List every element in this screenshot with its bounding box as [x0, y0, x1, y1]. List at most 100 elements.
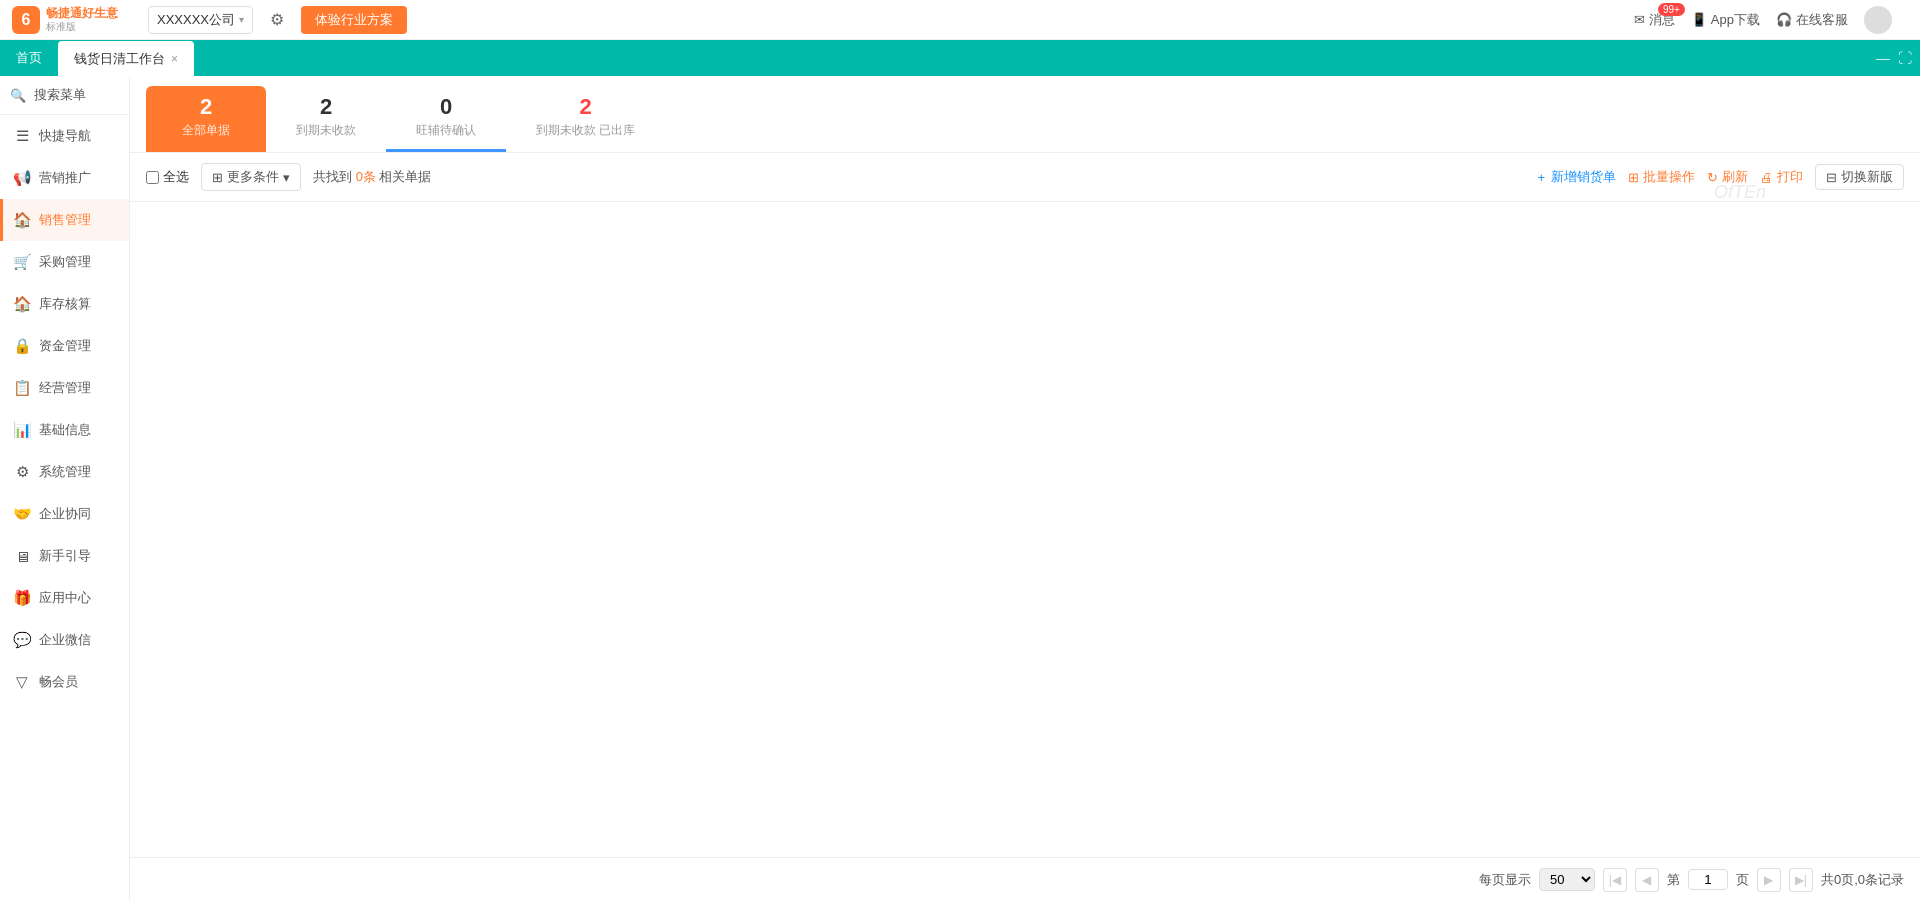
sidebar-item-label: 系统管理 — [39, 463, 91, 481]
stat-label-shipped: 到期未收款 已出库 — [536, 122, 635, 139]
stat-tab-overdue[interactable]: 2 到期未收款 — [266, 86, 386, 152]
sidebar: 🔍 搜索菜单 ☰ 快捷导航 📢 营销推广 🏠 销售管理 🛒 采购管理 🏠 库存核… — [0, 76, 130, 901]
app-download-label: App下载 — [1711, 11, 1760, 29]
print-label: 打印 — [1777, 168, 1803, 186]
sidebar-item-app-center[interactable]: 🎁 应用中心 — [0, 577, 129, 619]
total-info: 共0页,0条记录 — [1821, 871, 1904, 889]
batch-operation-button[interactable]: ⊞ 批量操作 — [1628, 168, 1695, 186]
system-icon: ⚙ — [13, 463, 31, 481]
search-menu-button[interactable]: 🔍 搜索菜单 — [0, 76, 129, 115]
sidebar-item-system[interactable]: ⚙ 系统管理 — [0, 451, 129, 493]
toolbar: 全选 ⊞ 更多条件 ▾ 共找到 0条 相关单据 + 新增销货单 — [130, 153, 1920, 202]
sidebar-item-label: 应用中心 — [39, 589, 91, 607]
toolbar-left: 全选 ⊞ 更多条件 ▾ 共找到 0条 相关单据 — [146, 163, 1525, 191]
sidebar-item-label: 营销推广 — [39, 169, 91, 187]
nav-tabs: 首页 钱货日清工作台 × — ⛶ — [0, 40, 1920, 76]
refresh-icon: ↻ — [1707, 170, 1718, 185]
avatar[interactable] — [1864, 6, 1892, 34]
online-service-label: 在线客服 — [1796, 11, 1848, 29]
online-service-button[interactable]: 🎧 在线客服 — [1776, 11, 1848, 29]
table-area — [130, 202, 1920, 857]
sidebar-item-finance[interactable]: 🔒 资金管理 — [0, 325, 129, 367]
logo-text: 畅捷通好生意 标准版 — [46, 6, 118, 32]
switch-label: 切换新版 — [1841, 168, 1893, 186]
tab-work-station[interactable]: 钱货日清工作台 × — [58, 41, 194, 77]
top-header: 6 畅捷通好生意 标准版 XXXXXX公司 ▾ ⚙ 体验行业方案 ✉ 消息 99… — [0, 0, 1920, 40]
logo-icon: 6 — [12, 6, 40, 34]
message-button[interactable]: ✉ 消息 99+ — [1634, 11, 1675, 29]
sidebar-item-cooperation[interactable]: 🤝 企业协同 — [0, 493, 129, 535]
app-download-button[interactable]: 📱 App下载 — [1691, 11, 1760, 29]
refresh-label: 刷新 — [1722, 168, 1748, 186]
new-sale-label: 新增销货单 — [1551, 168, 1616, 186]
tab-home[interactable]: 首页 — [0, 40, 58, 76]
sidebar-item-member[interactable]: ▽ 畅会员 — [0, 661, 129, 703]
prev-page-button[interactable]: ◀ — [1635, 868, 1659, 892]
sidebar-item-enterprise-wechat[interactable]: 💬 企业微信 — [0, 619, 129, 661]
nav-tabs-right: — ⛶ — [1876, 50, 1920, 66]
headset-icon: 🎧 — [1776, 12, 1792, 27]
toolbar-right: + 新增销货单 ⊞ 批量操作 ↻ 刷新 🖨 打印 ⊟ 切换新版 — [1537, 164, 1904, 190]
stat-tab-pending[interactable]: 0 旺辅待确认 — [386, 86, 506, 152]
member-icon: ▽ — [13, 673, 31, 691]
found-prefix: 共找到 — [313, 169, 352, 184]
sidebar-item-label: 销售管理 — [39, 211, 91, 229]
pagination: 每页显示 20 50 100 |◀ ◀ 第 页 ▶ ▶| 共0页,0条记录 — [130, 857, 1920, 901]
close-tab-icon[interactable]: × — [171, 52, 178, 66]
experience-button[interactable]: 体验行业方案 — [301, 6, 407, 34]
switch-version-button[interactable]: ⊟ 切换新版 — [1815, 164, 1904, 190]
new-sale-button[interactable]: + 新增销货单 — [1537, 168, 1616, 186]
app-center-icon: 🎁 — [13, 589, 31, 607]
finance-icon: 🔒 — [13, 337, 31, 355]
company-selector[interactable]: XXXXXX公司 ▾ — [148, 6, 253, 34]
page-size-select[interactable]: 20 50 100 — [1539, 868, 1595, 891]
sales-icon: 🏠 — [13, 211, 31, 229]
stat-label-overdue: 到期未收款 — [296, 122, 356, 139]
sidebar-item-purchase[interactable]: 🛒 采购管理 — [0, 241, 129, 283]
stat-count-overdue: 2 — [320, 94, 332, 120]
next-page-button[interactable]: ▶ — [1757, 868, 1781, 892]
settings-button[interactable]: ⚙ — [263, 6, 291, 34]
found-count: 0条 — [356, 169, 376, 184]
stat-tab-all[interactable]: 2 全部单据 — [146, 86, 266, 152]
stat-label-pending: 旺辅待确认 — [416, 122, 476, 139]
search-icon: 🔍 — [10, 88, 26, 103]
sidebar-item-basic-info[interactable]: 📊 基础信息 — [0, 409, 129, 451]
content-area: 2 全部单据 2 到期未收款 0 旺辅待确认 2 到期未收款 已出库 全选 — [130, 76, 1920, 901]
page-size-label: 每页显示 — [1479, 871, 1531, 889]
tab-minimize-icon[interactable]: — — [1876, 50, 1890, 66]
tab-home-label: 首页 — [16, 49, 42, 67]
stat-count-pending: 0 — [440, 94, 452, 120]
filter-button[interactable]: ⊞ 更多条件 ▾ — [201, 163, 301, 191]
stat-count-shipped: 2 — [580, 94, 592, 120]
tab-maximize-icon[interactable]: ⛶ — [1898, 50, 1912, 66]
cooperation-icon: 🤝 — [13, 505, 31, 523]
marketing-icon: 📢 — [13, 169, 31, 187]
first-page-button[interactable]: |◀ — [1603, 868, 1627, 892]
last-page-button[interactable]: ▶| — [1789, 868, 1813, 892]
sidebar-item-guide[interactable]: 🖥 新手引导 — [0, 535, 129, 577]
stats-tabs: 2 全部单据 2 到期未收款 0 旺辅待确认 2 到期未收款 已出库 — [130, 76, 1920, 153]
sidebar-item-inventory[interactable]: 🏠 库存核算 — [0, 283, 129, 325]
header-right: ✉ 消息 99+ 📱 App下载 🎧 在线客服 — [1634, 6, 1908, 34]
select-all-checkbox[interactable]: 全选 — [146, 168, 189, 186]
sidebar-item-marketing[interactable]: 📢 营销推广 — [0, 157, 129, 199]
purchase-icon: 🛒 — [13, 253, 31, 271]
sidebar-item-quick-nav[interactable]: ☰ 快捷导航 — [0, 115, 129, 157]
app-subtitle: 标准版 — [46, 21, 118, 33]
stat-tab-shipped[interactable]: 2 到期未收款 已出库 — [506, 86, 665, 152]
print-icon: 🖨 — [1760, 170, 1773, 185]
sidebar-item-sales[interactable]: 🏠 销售管理 — [0, 199, 129, 241]
app-title: 畅捷通好生意 — [46, 6, 118, 20]
main-layout: 🔍 搜索菜单 ☰ 快捷导航 📢 营销推广 🏠 销售管理 🛒 采购管理 🏠 库存核… — [0, 76, 1920, 901]
print-button[interactable]: 🖨 打印 — [1760, 168, 1803, 186]
filter-arrow-icon: ▾ — [283, 170, 290, 185]
found-suffix: 相关单据 — [379, 169, 431, 184]
inventory-icon: 🏠 — [13, 295, 31, 313]
sidebar-item-operations[interactable]: 📋 经营管理 — [0, 367, 129, 409]
select-all-input[interactable] — [146, 171, 159, 184]
page-input[interactable] — [1688, 869, 1728, 890]
page-unit: 页 — [1736, 871, 1749, 889]
refresh-button[interactable]: ↻ 刷新 — [1707, 168, 1748, 186]
page-label: 第 — [1667, 871, 1680, 889]
